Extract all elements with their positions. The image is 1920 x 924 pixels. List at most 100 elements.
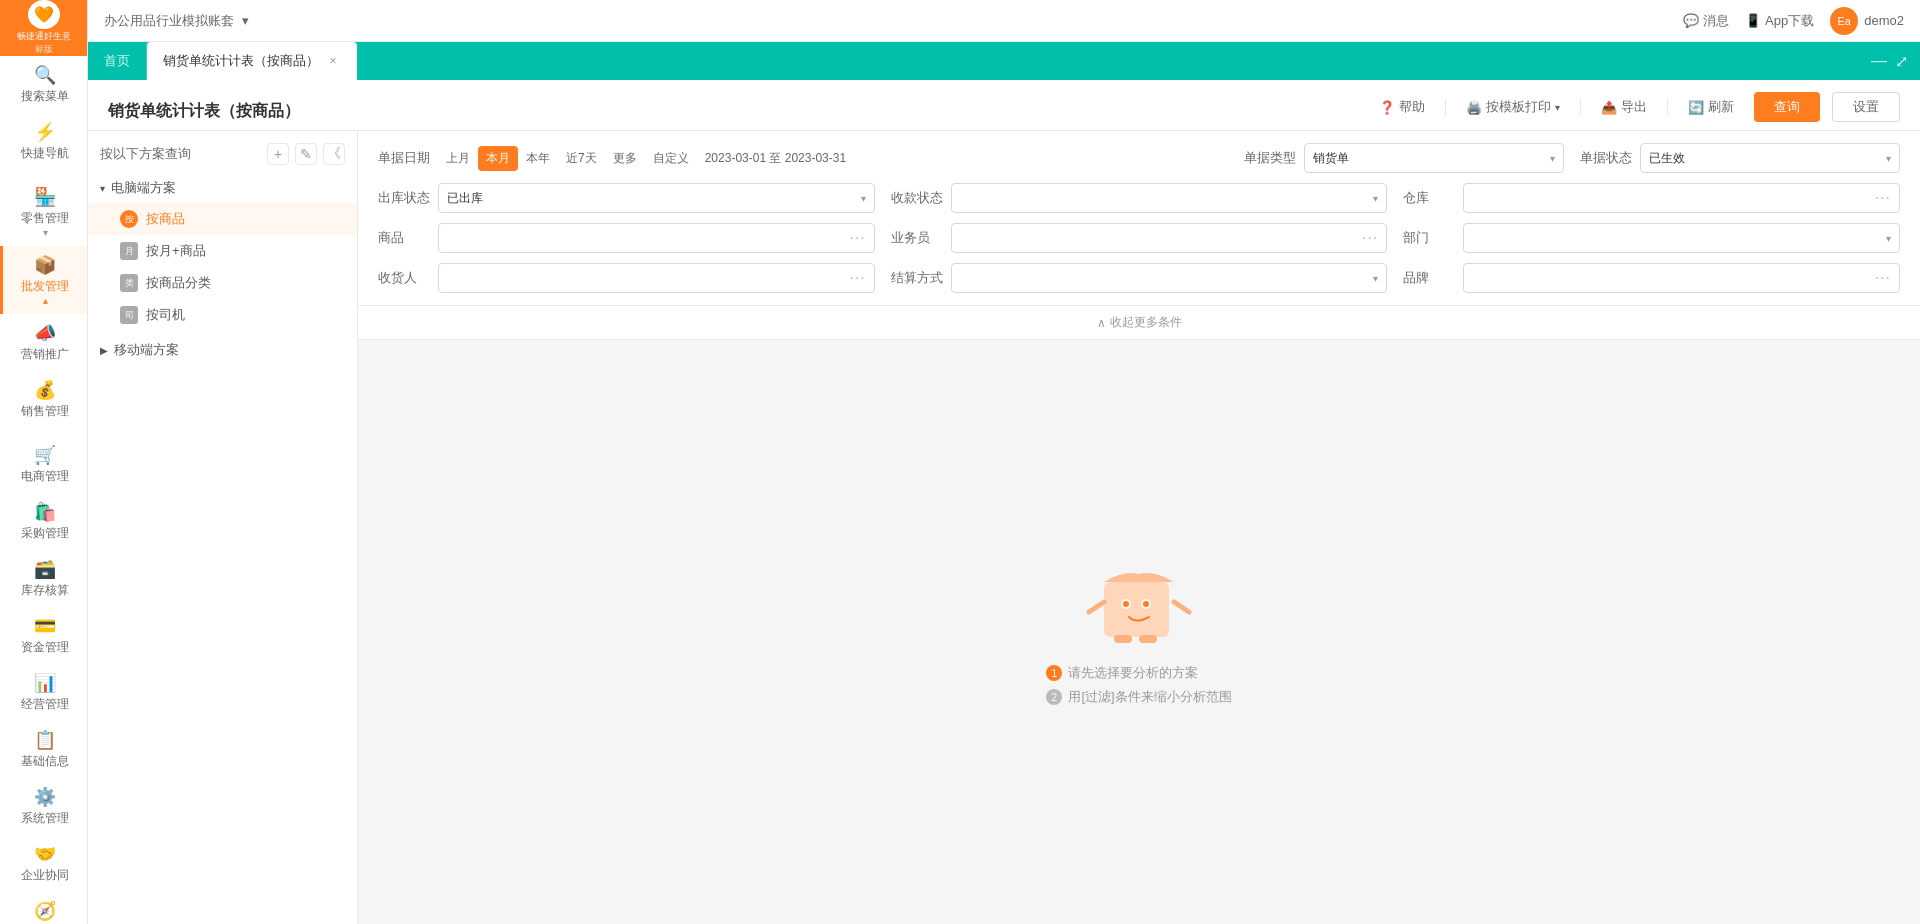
sidebar-item-search[interactable]: 🔍 搜索菜单 xyxy=(0,56,88,113)
empty-state: 1 请先选择要分析的方案 2 用[过滤]条件来缩小分析范围 xyxy=(358,340,1920,924)
filter-row-1: 单据日期 上月 本月 本年 近7天 更多 自定义 2023-03-01 至 20… xyxy=(378,143,1900,173)
mobile-arrow-icon: ▶ xyxy=(100,345,108,356)
sidebar-item-quick[interactable]: ⚡ 快捷导航 xyxy=(0,113,88,170)
payment-status-select[interactable]: ▾ xyxy=(951,183,1388,213)
plan-group-desktop-header[interactable]: ▾ 电脑端方案 xyxy=(88,173,357,203)
sidebar-item-marketing[interactable]: 📣 营销推广 xyxy=(0,314,88,371)
svg-line-5 xyxy=(1089,602,1104,612)
date-btn-this-year[interactable]: 本年 xyxy=(518,146,558,171)
sidebar-item-ecommerce[interactable]: 🛒 电商管理 xyxy=(0,436,88,493)
plan-item-by-product-label: 按商品 xyxy=(146,210,185,228)
help-btn[interactable]: ❓ 帮助 xyxy=(1371,94,1433,120)
sidebar-item-guide[interactable]: 🧭 新手引导 xyxy=(0,892,88,924)
order-type-select[interactable]: 销货单 ▾ xyxy=(1304,143,1564,173)
filter-item-product: 商品 ··· xyxy=(378,223,875,253)
plan-item-by-product[interactable]: 按 按商品 xyxy=(88,203,357,235)
sidebar-item-sales[interactable]: 💰 销售管理 xyxy=(0,371,88,428)
template-print-btn[interactable]: 🖨️ 按模板打印 ▾ xyxy=(1458,94,1568,120)
hint-text-1: 请先选择要分析的方案 xyxy=(1068,664,1198,682)
sidebar-item-enterprise-label: 企业协同 xyxy=(21,867,69,884)
plan-item-by-driver[interactable]: 司 按司机 xyxy=(88,299,357,331)
refresh-icon: 🔄 xyxy=(1688,100,1704,115)
warehouse-more-icon: ··· xyxy=(1875,189,1891,207)
date-btn-more[interactable]: 更多 xyxy=(605,146,645,171)
filter-row-3: 商品 ··· 业务员 ··· xyxy=(378,223,1900,253)
plan-group-mobile: ▶ 移动端方案 xyxy=(88,335,357,365)
settings-btn[interactable]: 设置 xyxy=(1832,92,1900,122)
left-panel: 按以下方案查询 + ✎ 《 ▾ 电脑端方案 按 xyxy=(88,131,358,924)
plan-item-by-month-product[interactable]: 月 按月+商品 xyxy=(88,235,357,267)
industry-name: 办公用品行业模拟账套 xyxy=(104,12,234,30)
sidebar-item-wholesale[interactable]: 📦 批发管理 ▴ xyxy=(0,246,88,314)
date-btn-last-month[interactable]: 上月 xyxy=(438,146,478,171)
product-input[interactable]: ··· xyxy=(438,223,875,253)
salesperson-input[interactable]: ··· xyxy=(951,223,1388,253)
order-status-select[interactable]: 已生效 ▾ xyxy=(1640,143,1900,173)
sidebar-item-operation[interactable]: 📊 经营管理 xyxy=(0,664,88,721)
tab-close-icon[interactable]: × xyxy=(325,53,341,69)
filter-item-receiver: 收货人 ··· xyxy=(378,263,875,293)
retail-arrow-icon: ▾ xyxy=(43,227,48,238)
svg-point-2 xyxy=(1123,601,1129,607)
export-label: 导出 xyxy=(1621,98,1647,116)
order-type-arrow-icon: ▾ xyxy=(1550,153,1555,164)
sidebar-item-ecommerce-label: 电商管理 xyxy=(21,468,69,485)
sidebar-item-purchase-label: 采购管理 xyxy=(21,525,69,542)
filter-item-brand: 品牌 ··· xyxy=(1403,263,1900,293)
product-label: 商品 xyxy=(378,229,430,247)
warehouse-input[interactable]: ··· xyxy=(1463,183,1900,213)
svg-point-4 xyxy=(1143,601,1149,607)
app-name: 畅捷通好生意 xyxy=(17,31,71,43)
avatar-text: Ea xyxy=(1838,15,1851,27)
sidebar-item-enterprise[interactable]: 🤝 企业协同 xyxy=(0,835,88,892)
sidebar-item-system[interactable]: ⚙️ 系统管理 xyxy=(0,778,88,835)
date-btn-this-month[interactable]: 本月 xyxy=(478,146,518,171)
order-status-value: 已生效 xyxy=(1649,150,1685,167)
wholesale-arrow-icon: ▴ xyxy=(43,295,48,306)
department-select[interactable]: ▾ xyxy=(1463,223,1900,253)
brand-input[interactable]: ··· xyxy=(1463,263,1900,293)
sidebar-item-inventory[interactable]: 🗃️ 库存核算 xyxy=(0,550,88,607)
plan-icon-by-driver: 司 xyxy=(120,306,138,324)
add-plan-btn[interactable]: + xyxy=(267,143,289,165)
date-btn-7days[interactable]: 近7天 xyxy=(558,146,605,171)
tab-current-label: 销货单统计计表（按商品） xyxy=(163,52,319,70)
filter-item-payment-method: 结算方式 ▾ xyxy=(891,263,1388,293)
filter-item-out-status: 出库状态 已出库 ▾ xyxy=(378,183,875,213)
user-profile-btn[interactable]: Ea demo2 xyxy=(1830,7,1904,35)
page-header: 销货单统计计表（按商品） ❓ 帮助 🖨️ 按模板打印 ▾ 📤 导出 xyxy=(88,80,1920,131)
query-btn[interactable]: 查询 xyxy=(1754,92,1820,122)
tab-maximize-btn[interactable]: ⤢ xyxy=(1895,52,1908,71)
app-download-btn[interactable]: 📱 App下载 xyxy=(1745,12,1814,30)
sidebar-item-purchase[interactable]: 🛍️ 采购管理 xyxy=(0,493,88,550)
plan-item-by-category[interactable]: 类 按商品分类 xyxy=(88,267,357,299)
export-btn[interactable]: 📤 导出 xyxy=(1593,94,1655,120)
tab-current[interactable]: 销货单统计计表（按商品） × xyxy=(147,42,357,80)
edit-plan-btn[interactable]: ✎ xyxy=(295,143,317,165)
sidebar-item-retail[interactable]: 🏪 零售管理 ▾ xyxy=(0,178,88,246)
template-print-label: 按模板打印 xyxy=(1486,98,1551,116)
refresh-btn[interactable]: 🔄 刷新 xyxy=(1680,94,1742,120)
sales-icon: 💰 xyxy=(34,379,56,401)
collapse-bar[interactable]: ∧ 收起更多条件 xyxy=(358,306,1920,340)
receiver-more-icon: ··· xyxy=(849,269,865,287)
logo-symbol: 🧡 xyxy=(34,5,54,24)
receiver-label: 收货人 xyxy=(378,269,430,287)
payment-method-select[interactable]: ▾ xyxy=(951,263,1388,293)
tab-minimize-btn[interactable]: — xyxy=(1871,52,1887,71)
receiver-input[interactable]: ··· xyxy=(438,263,875,293)
filter-bar: 单据日期 上月 本月 本年 近7天 更多 自定义 2023-03-01 至 20… xyxy=(358,131,1920,306)
sidebar-item-search-label: 搜索菜单 xyxy=(21,88,69,105)
out-status-select[interactable]: 已出库 ▾ xyxy=(438,183,875,213)
date-btn-custom[interactable]: 自定义 xyxy=(645,146,697,171)
tab-home[interactable]: 首页 xyxy=(88,42,147,80)
filter-item-salesperson: 业务员 ··· xyxy=(891,223,1388,253)
plan-group-mobile-header[interactable]: ▶ 移动端方案 xyxy=(88,335,357,365)
collapse-panel-btn[interactable]: 《 xyxy=(323,143,345,165)
industry-dropdown-icon[interactable]: ▾ xyxy=(242,13,249,28)
sidebar-item-finance[interactable]: 💳 资金管理 xyxy=(0,607,88,664)
message-btn[interactable]: 💬 消息 xyxy=(1683,12,1729,30)
user-name: demo2 xyxy=(1864,13,1904,28)
order-status-label: 单据状态 xyxy=(1580,149,1632,167)
sidebar-item-basic[interactable]: 📋 基础信息 xyxy=(0,721,88,778)
